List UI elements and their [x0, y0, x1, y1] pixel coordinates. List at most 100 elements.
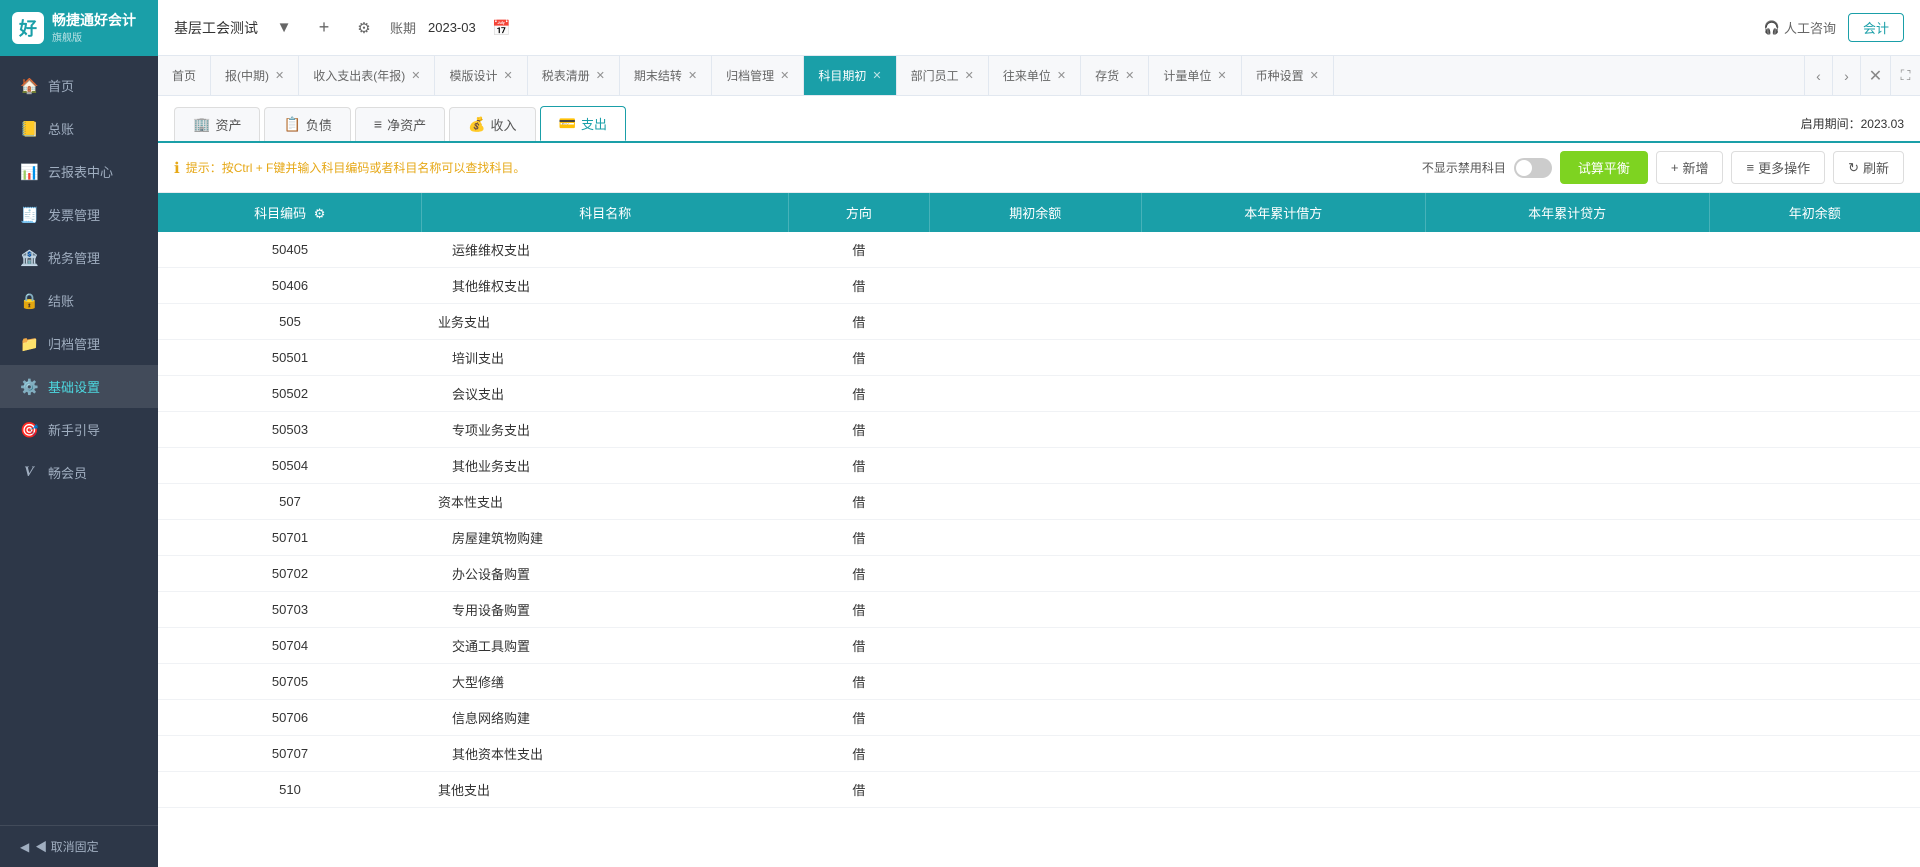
table-row[interactable]: 50406其他维权支出借 [158, 268, 1920, 304]
table-row[interactable]: 505业务支出借 [158, 304, 1920, 340]
tab-close-icon[interactable]: ✕ [1310, 69, 1319, 82]
tab-report-mid[interactable]: 报(中期) ✕ [211, 56, 299, 96]
sub-tab-net-asset[interactable]: ≡ 净资产 [355, 107, 445, 141]
sidebar-item-settings[interactable]: ⚙️ 基础设置 [0, 365, 158, 408]
sidebar-item-close[interactable]: 🔒 结账 [0, 279, 158, 322]
tab-counterparty[interactable]: 往来单位 ✕ [989, 56, 1081, 96]
new-button[interactable]: + 新增 [1656, 151, 1724, 184]
table-row[interactable]: 50501培训支出借 [158, 340, 1920, 376]
cell-direction: 借 [789, 304, 930, 340]
tab-close-icon[interactable]: ✕ [411, 69, 420, 82]
sub-tab-income[interactable]: 💰 收入 [449, 107, 535, 141]
tab-close-icon[interactable]: ✕ [503, 69, 512, 82]
subjects-table: 科目编码 ⚙ 科目名称 方向 期初余额 本年累计借方 本年累计贷方 年初余额 5… [158, 193, 1920, 808]
cell-beginning [1709, 700, 1920, 736]
tab-income-annual[interactable]: 收入支出表(年报) ✕ [299, 56, 435, 96]
table-row[interactable]: 50502会议支出借 [158, 376, 1920, 412]
table-row[interactable]: 50504其他业务支出借 [158, 448, 1920, 484]
add-tab-button[interactable]: + [310, 14, 338, 42]
cell-beginning [1709, 520, 1920, 556]
tab-archive[interactable]: 归档管理 ✕ [712, 56, 804, 96]
tab-inventory[interactable]: 存货 ✕ [1081, 56, 1149, 96]
cell-code: 50503 [158, 412, 422, 448]
tab-subject-init[interactable]: 科目期初 ✕ [804, 56, 896, 96]
liability-icon: 📋 [283, 116, 300, 133]
tab-tax[interactable]: 税表清册 ✕ [528, 56, 620, 96]
table-row[interactable]: 50704交通工具购置借 [158, 628, 1920, 664]
table-row[interactable]: 50706信息网络购建借 [158, 700, 1920, 736]
cell-opening [929, 340, 1141, 376]
cell-opening [929, 448, 1141, 484]
new-icon: + [1671, 160, 1679, 175]
sidebar-item-tax[interactable]: 🏦 税务管理 [0, 236, 158, 279]
sub-tab-expense[interactable]: 💳 支出 [540, 106, 626, 141]
tab-scroll-left-button[interactable]: ‹ [1804, 56, 1832, 96]
tab-close-icon[interactable]: ✕ [872, 69, 881, 82]
sub-tab-asset[interactable]: 🏢 资产 [174, 107, 260, 141]
table-row[interactable]: 50707其他资本性支出借 [158, 736, 1920, 772]
tab-template[interactable]: 模版设计 ✕ [435, 56, 527, 96]
table-row[interactable]: 507资本性支出借 [158, 484, 1920, 520]
refresh-button[interactable]: ↻ 刷新 [1833, 151, 1904, 184]
cell-ytd-debit [1141, 664, 1425, 700]
table-row[interactable]: 50702办公设备购置借 [158, 556, 1920, 592]
tab-label: 部门员工 [911, 67, 959, 84]
tab-dept[interactable]: 部门员工 ✕ [897, 56, 989, 96]
tab-period-close[interactable]: 期末结转 ✕ [620, 56, 712, 96]
tab-close-all-button[interactable]: ✕ [1860, 56, 1890, 96]
table-row[interactable]: 50705大型修缮借 [158, 664, 1920, 700]
table-row[interactable]: 50701房屋建筑物购建借 [158, 520, 1920, 556]
tab-scroll-right-button[interactable]: › [1832, 56, 1860, 96]
table-row[interactable]: 50405运维维权支出借 [158, 232, 1920, 268]
table-row[interactable]: 50503专项业务支出借 [158, 412, 1920, 448]
tab-close-icon[interactable]: ✕ [1217, 69, 1226, 82]
help-button[interactable]: 🎧 人工咨询 [1764, 18, 1836, 37]
calendar-icon[interactable]: 📅 [488, 14, 516, 42]
tab-close-icon[interactable]: ✕ [1125, 69, 1134, 82]
tab-home[interactable]: 首页 [158, 56, 211, 96]
cell-name: 会议支出 [422, 376, 789, 412]
tab-unit[interactable]: 计量单位 ✕ [1149, 56, 1241, 96]
settings-gear-button[interactable]: ⚙ [350, 14, 378, 42]
sidebar-item-archive[interactable]: 📁 归档管理 [0, 322, 158, 365]
cell-opening [929, 376, 1141, 412]
cell-ytd-credit [1425, 340, 1709, 376]
cell-name: 业务支出 [422, 304, 789, 340]
cell-direction: 借 [789, 592, 930, 628]
sidebar-item-guide[interactable]: 🎯 新手引导 [0, 408, 158, 451]
cell-ytd-debit [1141, 772, 1425, 808]
sidebar-item-invoice[interactable]: 🧾 发票管理 [0, 193, 158, 236]
sub-tab-liability[interactable]: 📋 负债 [264, 107, 350, 141]
tab-close-icon[interactable]: ✕ [780, 69, 789, 82]
tab-close-icon[interactable]: ✕ [275, 69, 284, 82]
sidebar-pin-toggle[interactable]: ◀ ◀ 取消固定 [0, 825, 158, 867]
sidebar-item-ledger[interactable]: 📒 总账 [0, 107, 158, 150]
close-period-icon: 🔒 [20, 292, 38, 310]
cell-direction: 借 [789, 772, 930, 808]
balance-button[interactable]: 试算平衡 [1560, 151, 1648, 184]
table-row[interactable]: 510其他支出借 [158, 772, 1920, 808]
tab-close-icon[interactable]: ✕ [1057, 69, 1066, 82]
sidebar-item-home[interactable]: 🏠 首页 [0, 64, 158, 107]
cell-name: 房屋建筑物购建 [422, 520, 789, 556]
cell-code: 50501 [158, 340, 422, 376]
cell-name: 其他资本性支出 [422, 736, 789, 772]
tab-close-icon[interactable]: ✕ [596, 69, 605, 82]
cell-opening [929, 592, 1141, 628]
tab-expand-button[interactable]: ⛶ [1890, 56, 1920, 96]
sidebar-item-reports[interactable]: 📊 云报表中心 [0, 150, 158, 193]
dropdown-icon[interactable]: ▼ [270, 14, 298, 42]
more-actions-button[interactable]: ≡ 更多操作 [1731, 151, 1825, 184]
gear-icon[interactable]: ⚙ [314, 206, 326, 221]
cell-code: 50504 [158, 448, 422, 484]
cell-opening [929, 556, 1141, 592]
disable-toggle[interactable] [1514, 158, 1552, 178]
sidebar-item-label: 归档管理 [48, 334, 100, 353]
hint-box: ℹ 提示：按Ctrl + F键并输入科目编码或者科目名称可以查找科目。 [174, 159, 525, 177]
account-button[interactable]: 会计 [1848, 13, 1904, 42]
sidebar-item-member[interactable]: V 畅会员 [0, 451, 158, 494]
table-row[interactable]: 50703专用设备购置借 [158, 592, 1920, 628]
tab-close-icon[interactable]: ✕ [965, 69, 974, 82]
tab-currency[interactable]: 币种设置 ✕ [1242, 56, 1334, 96]
tab-close-icon[interactable]: ✕ [688, 69, 697, 82]
